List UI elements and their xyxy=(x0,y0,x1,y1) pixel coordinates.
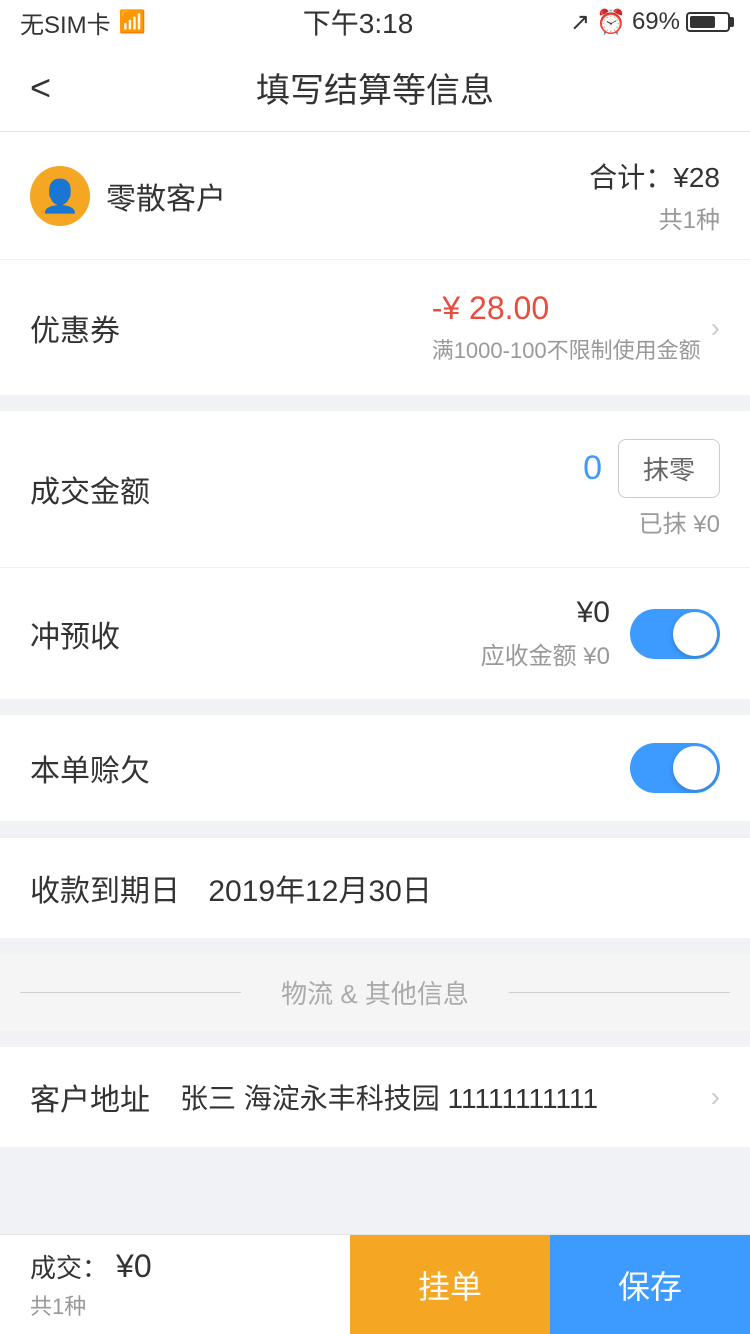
due-date-label: 收款到期日 xyxy=(30,875,180,908)
bottom-deal-amount: ¥0 xyxy=(116,1248,152,1285)
logistics-title: 物流 & 其他信息 xyxy=(281,974,469,1011)
toggle-knob xyxy=(673,612,717,656)
logistics-divider: 物流 & 其他信息 xyxy=(0,954,750,1031)
alarm-icon: ⏰ xyxy=(596,8,626,37)
customer-right: 合计：¥28 共1种 xyxy=(589,156,720,235)
customer-section: 👤 零散客户 合计：¥28 共1种 优惠券 -¥ 28.00 满1000-100… xyxy=(0,132,750,395)
transaction-sub: 已抹 ¥0 xyxy=(583,504,720,539)
debt-toggle[interactable] xyxy=(630,743,720,793)
round-zero-button[interactable]: 抹零 xyxy=(618,439,720,498)
address-chevron-icon: › xyxy=(711,1081,720,1113)
debt-label: 本单赊欠 xyxy=(30,746,150,790)
divider-line-left xyxy=(20,992,241,993)
due-date-row: 收款到期日 2019年12月30日 xyxy=(0,837,750,938)
bottom-count: 共1种 xyxy=(30,1289,320,1321)
divider-line-right xyxy=(509,992,730,993)
prereceive-sub: 应收金额 ¥0 xyxy=(481,636,610,671)
coupon-right-inner: -¥ 28.00 满1000-100不限制使用金额 › xyxy=(432,290,720,365)
prereceive-row: 冲预收 ¥0 应收金额 ¥0 xyxy=(0,568,750,699)
transaction-amount: 0 xyxy=(583,449,602,488)
page-title: 填写结算等信息 xyxy=(256,63,494,112)
coupon-discount-block: -¥ 28.00 满1000-100不限制使用金额 xyxy=(432,290,701,365)
debt-section: 本单赊欠 xyxy=(0,715,750,821)
bottom-deal-label: 成交： xyxy=(30,1248,108,1285)
chevron-right-icon: › xyxy=(711,312,720,344)
status-time: 下午3:18 xyxy=(303,2,414,42)
save-button[interactable]: 保存 xyxy=(550,1235,750,1334)
address-value: 张三 海淀永丰科技园 11111111111 xyxy=(180,1077,701,1117)
prereceive-amount: ¥0 xyxy=(481,596,610,630)
transaction-label: 成交金额 xyxy=(30,467,150,511)
prereceive-toggle[interactable] xyxy=(630,609,720,659)
customer-name: 零散客户 xyxy=(106,174,226,218)
status-left: 无SIM卡 📶 xyxy=(20,5,146,40)
save-label: 保存 xyxy=(618,1262,682,1308)
address-label: 客户地址 xyxy=(30,1075,150,1119)
signal-text: 无SIM卡 xyxy=(20,5,111,40)
prereceive-right: ¥0 应收金额 ¥0 xyxy=(481,596,720,671)
due-date-value: 2019年12月30日 xyxy=(208,875,431,908)
transaction-right: 0 抹零 xyxy=(583,439,720,498)
status-bar: 无SIM卡 📶 下午3:18 ↗ ⏰ 69% xyxy=(0,0,750,44)
wifi-icon: 📶 xyxy=(119,9,146,35)
customer-count: 共1种 xyxy=(589,200,720,235)
transaction-section: 成交金额 0 抹零 已抹 ¥0 冲预收 ¥0 应收金额 ¥0 xyxy=(0,411,750,699)
prereceive-label: 冲预收 xyxy=(30,612,120,656)
status-right: ↗ ⏰ 69% xyxy=(570,8,730,37)
prereceive-amount-block: ¥0 应收金额 ¥0 xyxy=(481,596,610,671)
nav-bar: < 填写结算等信息 xyxy=(0,44,750,132)
transaction-row: 成交金额 0 抹零 已抹 ¥0 xyxy=(0,411,750,568)
separator-1 xyxy=(0,938,750,954)
battery-icon xyxy=(686,12,730,32)
hang-button[interactable]: 挂单 xyxy=(350,1235,550,1334)
back-button[interactable]: < xyxy=(30,67,51,109)
coupon-label: 优惠券 xyxy=(30,306,120,350)
avatar-icon: 👤 xyxy=(40,177,80,215)
customer-left: 👤 零散客户 xyxy=(30,166,226,226)
location-icon: ↗ xyxy=(570,8,590,37)
customer-total: 合计：¥28 xyxy=(589,156,720,196)
bottom-deal-row: 成交： ¥0 xyxy=(30,1248,320,1285)
transaction-right-block: 0 抹零 已抹 ¥0 xyxy=(583,439,720,539)
battery-text: 69% xyxy=(632,8,680,36)
coupon-desc: 满1000-100不限制使用金额 xyxy=(432,333,701,365)
coupon-row[interactable]: 优惠券 -¥ 28.00 满1000-100不限制使用金额 › xyxy=(0,259,750,395)
main-content: 👤 零散客户 合计：¥28 共1种 优惠券 -¥ 28.00 满1000-100… xyxy=(0,132,750,1267)
avatar: 👤 xyxy=(30,166,90,226)
hang-label: 挂单 xyxy=(418,1262,482,1308)
bottom-left: 成交： ¥0 共1种 xyxy=(0,1235,350,1334)
customer-row: 👤 零散客户 合计：¥28 共1种 xyxy=(0,132,750,259)
bottom-bar: 成交： ¥0 共1种 挂单 保存 xyxy=(0,1234,750,1334)
coupon-discount: -¥ 28.00 xyxy=(432,290,701,327)
coupon-right: -¥ 28.00 满1000-100不限制使用金额 › xyxy=(432,290,720,365)
address-row[interactable]: 客户地址 张三 海淀永丰科技园 11111111111 › xyxy=(0,1047,750,1147)
debt-toggle-knob xyxy=(673,746,717,790)
